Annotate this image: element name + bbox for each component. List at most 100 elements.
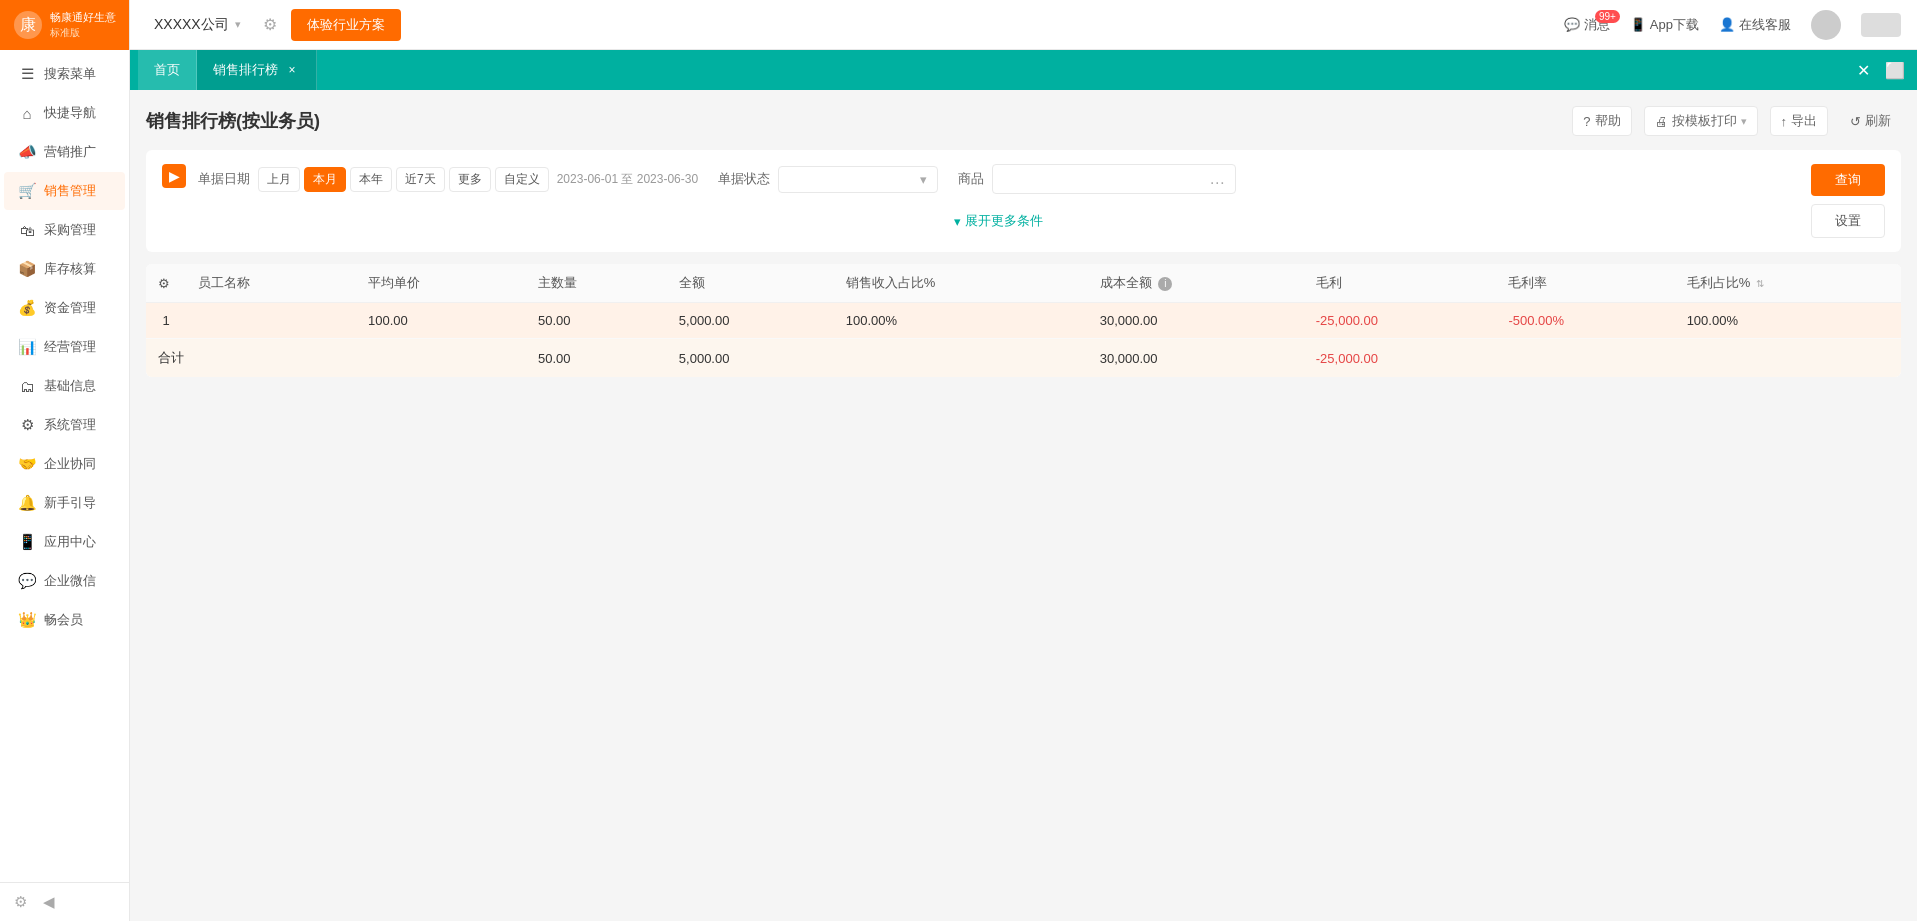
- sidebar-item-label: 畅会员: [44, 611, 83, 629]
- date-range-display: 2023-06-01 至 2023-06-30: [557, 171, 698, 188]
- message-badge: 99+: [1595, 10, 1620, 23]
- date-btn-last-7-days[interactable]: 近7天: [396, 167, 445, 192]
- col-name-label: 员工名称: [198, 275, 250, 290]
- sidebar-item-quick-nav[interactable]: ⌂ 快捷导航: [4, 94, 125, 132]
- footer-sales-pct: [834, 339, 1088, 378]
- date-btn-last-month[interactable]: 上月: [258, 167, 300, 192]
- cell-amount: 5,000.00: [667, 303, 834, 339]
- tab-home[interactable]: 首页: [138, 50, 197, 90]
- status-select[interactable]: ▾: [778, 166, 938, 193]
- goods-input[interactable]: …: [992, 164, 1236, 194]
- sidebar-item-guide[interactable]: 🔔 新手引导: [4, 484, 125, 522]
- tab-sales-label: 销售排行榜: [213, 61, 278, 79]
- expand-conditions-btn[interactable]: ▾ 展开更多条件: [954, 212, 1043, 230]
- goods-more-icon[interactable]: …: [1209, 170, 1225, 188]
- col-cost-label: 成本全额: [1100, 275, 1152, 290]
- query-controls: 查询 设置: [1811, 164, 1885, 238]
- cell-avg-price: 100.00: [356, 303, 526, 339]
- handshake-icon: 🤝: [18, 455, 36, 473]
- company-selector[interactable]: XXXXX公司 ▾: [146, 12, 249, 38]
- sidebar-item-purchase[interactable]: 🛍 采购管理: [4, 211, 125, 249]
- export-label: 导出: [1791, 112, 1817, 130]
- user-name-area[interactable]: [1861, 13, 1901, 37]
- col-avg-price-label: 平均单价: [368, 275, 420, 290]
- filter-row-1: 单据日期 上月 本月 本年 近7天 更多 自定义 2023-06-01 至 20…: [198, 164, 1799, 194]
- settings-bottom-icon[interactable]: ⚙: [14, 893, 27, 911]
- tab-close-btn[interactable]: ×: [284, 62, 300, 78]
- logo-icon: 康: [12, 9, 44, 41]
- sidebar-item-system[interactable]: ⚙ 系统管理: [4, 406, 125, 444]
- service-btn[interactable]: 👤 在线客服: [1719, 16, 1791, 34]
- data-table: ⚙ 员工名称 平均单价 主数量 全额: [146, 264, 1901, 377]
- trial-btn[interactable]: 体验行业方案: [291, 9, 401, 41]
- sidebar-item-operations[interactable]: 📊 经营管理: [4, 328, 125, 366]
- cell-gross-pct: 100.00%: [1675, 303, 1901, 339]
- date-btn-custom[interactable]: 自定义: [495, 167, 549, 192]
- bag-icon: 🛍: [18, 222, 36, 239]
- crown-icon: 👑: [18, 611, 36, 629]
- col-settings-icon[interactable]: ⚙: [158, 276, 170, 291]
- footer-cost: 30,000.00: [1088, 339, 1304, 378]
- sidebar-item-member[interactable]: 👑 畅会员: [4, 601, 125, 639]
- message-btn[interactable]: 💬 消息 99+: [1564, 16, 1610, 34]
- page-header: 销售排行榜(按业务员) ? 帮助 🖨 按模板打印 ▾ ↑ 导出 ↺ 刷新: [146, 106, 1901, 136]
- refresh-btn[interactable]: ↺ 刷新: [1840, 107, 1901, 135]
- cell-qty: 50.00: [526, 303, 667, 339]
- col-gross-rate-label: 毛利率: [1508, 275, 1547, 290]
- sidebar-item-search[interactable]: ☰ 搜索菜单: [4, 55, 125, 93]
- tabbar-actions: ✕ ⬜: [1849, 56, 1909, 84]
- query-btn[interactable]: 查询: [1811, 164, 1885, 196]
- service-label: 在线客服: [1739, 16, 1791, 34]
- date-btn-this-year[interactable]: 本年: [350, 167, 392, 192]
- collapse-icon[interactable]: ◀: [43, 893, 55, 911]
- cell-name: [186, 303, 356, 339]
- print-btn[interactable]: 🖨 按模板打印 ▾: [1644, 106, 1758, 136]
- main-area: XXXXX公司 ▾ ⚙ 体验行业方案 💬 消息 99+ 📱 App下载 👤 在线…: [130, 0, 1917, 921]
- gross-pct-sort-icon[interactable]: ⇅: [1756, 278, 1764, 289]
- topbar-gear-icon[interactable]: ⚙: [259, 11, 281, 38]
- date-buttons: 上月 本月 本年 近7天 更多 自定义: [258, 167, 549, 192]
- cost-info-icon[interactable]: i: [1158, 277, 1172, 291]
- cell-sales-pct: 100.00%: [834, 303, 1088, 339]
- print-icon: 🖨: [1655, 114, 1668, 129]
- date-btn-this-month[interactable]: 本月: [304, 167, 346, 192]
- footer-amount: 5,000.00: [667, 339, 834, 378]
- filter-toggle-btn[interactable]: ▶: [162, 164, 186, 188]
- sidebar-item-label: 经营管理: [44, 338, 96, 356]
- col-cost: 成本全额 i: [1088, 264, 1304, 303]
- svg-text:康: 康: [20, 16, 36, 33]
- company-name: XXXXX公司: [154, 16, 229, 34]
- sidebar-item-cooperation[interactable]: 🤝 企业协同: [4, 445, 125, 483]
- sidebar-item-label: 基础信息: [44, 377, 96, 395]
- help-btn[interactable]: ? 帮助: [1572, 106, 1631, 136]
- refresh-label: 刷新: [1865, 112, 1891, 130]
- app-download-btn[interactable]: 📱 App下载: [1630, 16, 1699, 34]
- col-settings: ⚙: [146, 264, 186, 303]
- avatar[interactable]: [1811, 10, 1841, 40]
- sidebar-item-label: 搜索菜单: [44, 65, 96, 83]
- chat-icon: 💬: [18, 572, 36, 590]
- sidebar-item-finance[interactable]: 💰 资金管理: [4, 289, 125, 327]
- sidebar-item-inventory[interactable]: 📦 库存核算: [4, 250, 125, 288]
- tab-sales-ranking[interactable]: 销售排行榜 ×: [197, 50, 317, 90]
- sidebar-item-wechat[interactable]: 💬 企业微信: [4, 562, 125, 600]
- date-filter-label: 单据日期: [198, 170, 250, 188]
- help-icon: ?: [1583, 114, 1590, 129]
- search-menu-icon: ☰: [18, 65, 36, 83]
- page-actions: ? 帮助 🖨 按模板打印 ▾ ↑ 导出 ↺ 刷新: [1572, 106, 1901, 136]
- expand-row: ▾ 展开更多条件: [198, 202, 1799, 230]
- settings-btn[interactable]: 设置: [1811, 204, 1885, 238]
- sidebar-item-basic-info[interactable]: 🗂 基础信息: [4, 367, 125, 405]
- sidebar-item-marketing[interactable]: 📣 营销推广: [4, 133, 125, 171]
- sidebar-item-sales[interactable]: 🛒 销售管理: [4, 172, 125, 210]
- export-btn[interactable]: ↑ 导出: [1770, 106, 1829, 136]
- tab-maximize-icon[interactable]: ⬜: [1881, 56, 1909, 84]
- sidebar-logo: 康 畅康通好生意 标准版: [0, 0, 129, 50]
- help-label: 帮助: [1595, 112, 1621, 130]
- tab-close-icon[interactable]: ✕: [1849, 56, 1877, 84]
- sidebar-item-label: 系统管理: [44, 416, 96, 434]
- sidebar-item-app-center[interactable]: 📱 应用中心: [4, 523, 125, 561]
- date-btn-more[interactable]: 更多: [449, 167, 491, 192]
- status-filter: 单据状态 ▾: [718, 166, 938, 193]
- footer-label: 合计: [146, 339, 356, 378]
